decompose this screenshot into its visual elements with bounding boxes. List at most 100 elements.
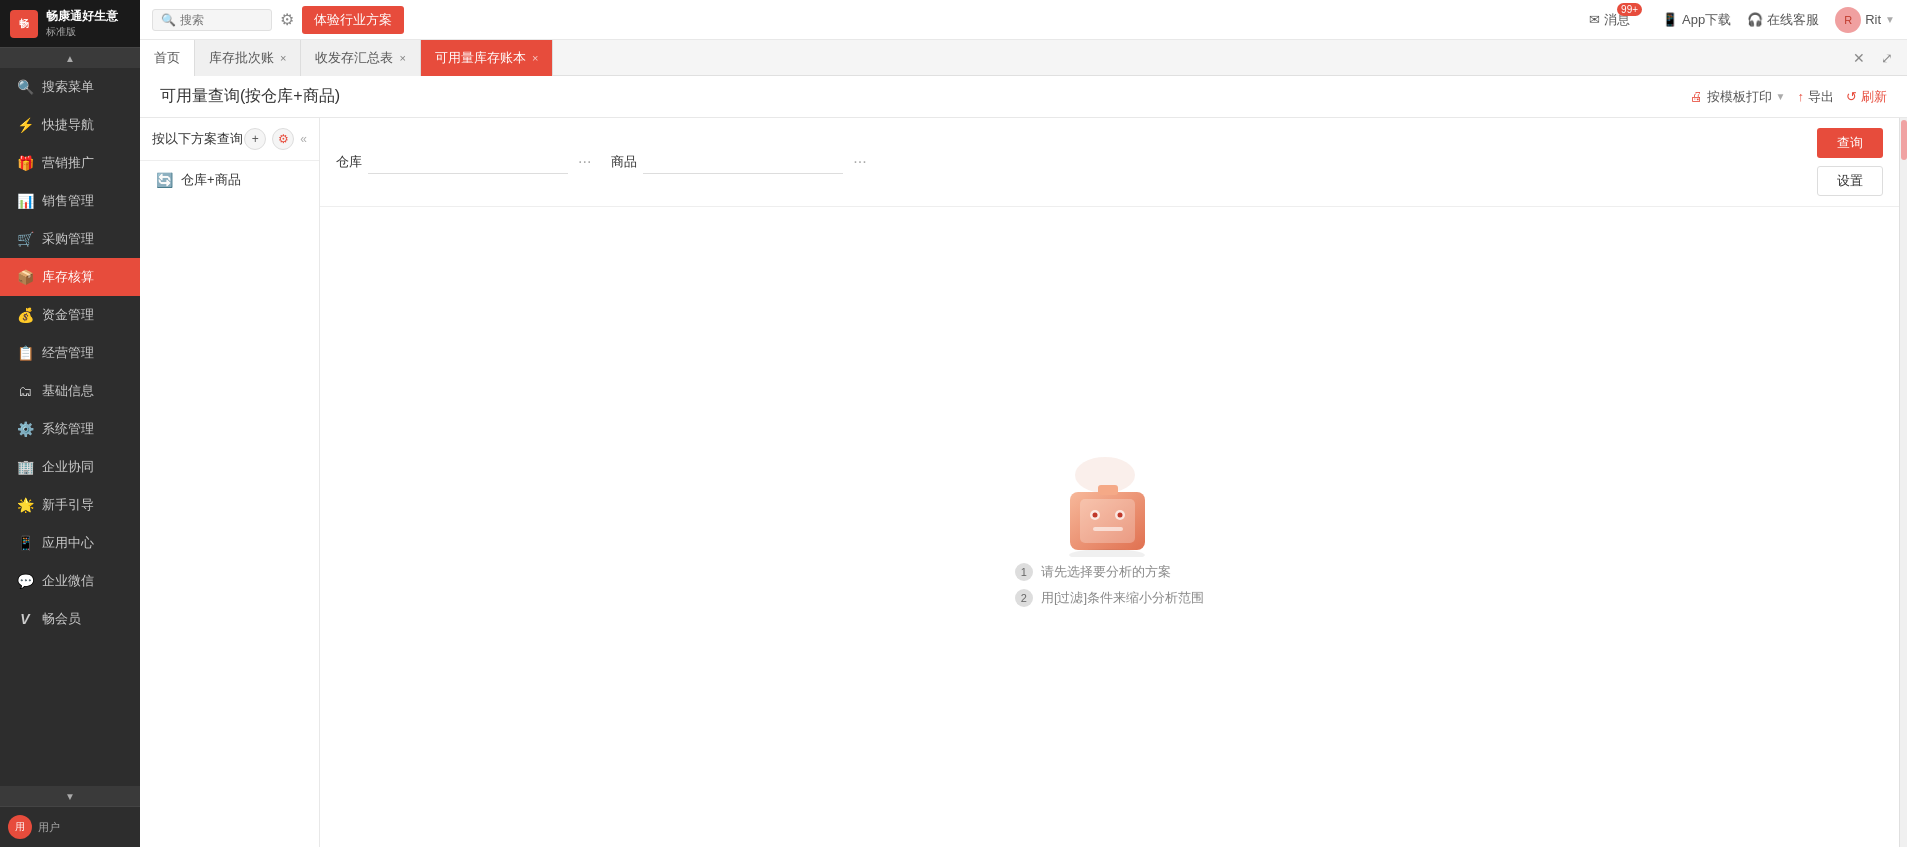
product-input[interactable] (643, 150, 843, 174)
topbar-search-box[interactable]: 🔍 (152, 9, 272, 31)
sidebar-item-sales[interactable]: 📊 销售管理 (0, 182, 140, 220)
empty-svg (1050, 447, 1170, 557)
filter-item-warehouse-product[interactable]: 🔄 仓库+商品 (140, 161, 319, 199)
tab-available[interactable]: 可用量库存账本 × (421, 40, 553, 76)
sidebar-scroll-down[interactable]: ▼ (0, 786, 140, 806)
query-filters: 仓库 ··· 商品 ··· 查询 设置 (320, 118, 1899, 207)
message-icon: ✉ (1589, 12, 1600, 27)
scrollbar-thumb[interactable] (1901, 120, 1907, 160)
sidebar-item-shortcut[interactable]: ⚡ 快捷导航 (0, 106, 140, 144)
empty-step1: 1 请先选择要分析的方案 (1015, 563, 1204, 581)
sidebar-app-title: 畅康通好生意 (46, 8, 118, 25)
sidebar-item-label: 库存核算 (42, 268, 94, 286)
step2-circle: 2 (1015, 589, 1033, 607)
export-btn[interactable]: ↑ 导出 (1798, 88, 1835, 106)
sidebar-logo: 畅 (10, 10, 38, 38)
online-service[interactable]: 🎧 在线客服 (1747, 11, 1819, 29)
sidebar: 畅 畅康通好生意 标准版 ▲ 🔍 搜索菜单 ⚡ 快捷导航 🎁 营销推广 📊 销售… (0, 0, 140, 847)
query-area: 仓库 ··· 商品 ··· 查询 设置 (320, 118, 1899, 847)
query-right-btns: 查询 设置 (1817, 128, 1883, 196)
sidebar-subtitle: 标准版 (46, 25, 118, 39)
clipboard-icon: 📋 (16, 344, 34, 362)
empty-state: 1 请先选择要分析的方案 2 用[过滤]条件来缩小分析范围 (320, 207, 1899, 847)
filter-header-icons: + ⚙ « (244, 128, 307, 150)
tabs-expand-btn[interactable]: ⤢ (1875, 46, 1899, 70)
sidebar-item-wechat[interactable]: 💬 企业微信 (0, 562, 140, 600)
svg-point-5 (1092, 513, 1097, 518)
warehouse-dots[interactable]: ··· (574, 153, 595, 171)
svg-rect-2 (1080, 499, 1135, 543)
sidebar-item-finance[interactable]: 💰 资金管理 (0, 296, 140, 334)
main-area: 🔍 ⚙ 体验行业方案 ✉ 消息 99+ 📱 App下载 🎧 在线客服 R Rit (140, 0, 1907, 847)
sidebar-bottom: 用 用户 (0, 806, 140, 847)
search-input[interactable] (180, 13, 260, 27)
refresh-btn[interactable]: ↺ 刷新 (1846, 88, 1887, 106)
tab-summary[interactable]: 收发存汇总表 × (301, 40, 420, 76)
filter-collapse-btn[interactable]: « (300, 132, 307, 146)
sidebar-item-label: 搜索菜单 (42, 78, 94, 96)
empty-text: 1 请先选择要分析的方案 2 用[过滤]条件来缩小分析范围 (1015, 563, 1204, 607)
sidebar-item-label: 新手引导 (42, 496, 94, 514)
sidebar-item-newuser[interactable]: 🌟 新手引导 (0, 486, 140, 524)
sync-icon: 🔄 (156, 172, 173, 188)
query-btn[interactable]: 查询 (1817, 128, 1883, 158)
sidebar-item-label: 快捷导航 (42, 116, 94, 134)
tab-available-close[interactable]: × (532, 52, 538, 64)
app-download-label: App下载 (1682, 11, 1731, 29)
print-btn[interactable]: 🖨 按模板打印 ▼ (1690, 88, 1786, 106)
sidebar-item-label: 企业协同 (42, 458, 94, 476)
refresh-icon: ↺ (1846, 89, 1857, 104)
star-icon: 🌟 (16, 496, 34, 514)
sidebar-nav: 🔍 搜索菜单 ⚡ 快捷导航 🎁 营销推广 📊 销售管理 🛒 采购管理 📦 库存核… (0, 68, 140, 786)
user-name: Rit (1865, 12, 1881, 27)
tab-batch-label: 库存批次账 (209, 49, 274, 67)
tab-batch-close[interactable]: × (280, 52, 286, 64)
sidebar-item-member[interactable]: V 畅会员 (0, 600, 140, 638)
settings-btn[interactable]: 设置 (1817, 166, 1883, 196)
sidebar-item-marketing[interactable]: 🎁 营销推广 (0, 144, 140, 182)
warehouse-input[interactable] (368, 150, 568, 174)
sidebar-item-purchase[interactable]: 🛒 采购管理 (0, 220, 140, 258)
sidebar-header: 畅 畅康通好生意 标准版 (0, 0, 140, 48)
tabs-close-all-btn[interactable]: ✕ (1847, 46, 1871, 70)
user-menu[interactable]: R Rit ▼ (1835, 7, 1895, 33)
product-label: 商品 (611, 153, 637, 171)
product-dots[interactable]: ··· (849, 153, 870, 171)
industry-btn[interactable]: 体验行业方案 (302, 6, 404, 34)
sidebar-item-label: 经营管理 (42, 344, 94, 362)
empty-step2: 2 用[过滤]条件来缩小分析范围 (1015, 589, 1204, 607)
search-icon: 🔍 (161, 13, 176, 27)
cart-icon: 🛒 (16, 230, 34, 248)
tab-home[interactable]: 首页 (140, 40, 195, 76)
filter-add-btn[interactable]: + (244, 128, 266, 150)
chevron-down-icon: ▼ (1776, 91, 1786, 102)
sidebar-scroll-up[interactable]: ▲ (0, 48, 140, 68)
tab-batch[interactable]: 库存批次账 × (195, 40, 301, 76)
sidebar-item-enterprise[interactable]: 🏢 企业协同 (0, 448, 140, 486)
chat-icon: 💬 (16, 572, 34, 590)
warehouse-label: 仓库 (336, 153, 362, 171)
sidebar-item-inventory[interactable]: 📦 库存核算 (0, 258, 140, 296)
sidebar-item-search[interactable]: 🔍 搜索菜单 (0, 68, 140, 106)
sidebar-item-appcenter[interactable]: 📱 应用中心 (0, 524, 140, 562)
gift-icon: 🎁 (16, 154, 34, 172)
sidebar-item-label: 营销推广 (42, 154, 94, 172)
sidebar-item-operations[interactable]: 📋 经营管理 (0, 334, 140, 372)
app-download[interactable]: 📱 App下载 (1662, 11, 1731, 29)
right-scrollbar[interactable] (1899, 118, 1907, 847)
filter-setting-btn[interactable]: ⚙ (272, 128, 294, 150)
filter-panel: 按以下方案查询 + ⚙ « 🔄 仓库+商品 (140, 118, 320, 847)
sidebar-item-basic[interactable]: 🗂 基础信息 (0, 372, 140, 410)
phone-icon: 📱 (16, 534, 34, 552)
empty-illustration (1050, 447, 1170, 547)
page-header: 可用量查询(按仓库+商品) 🖨 按模板打印 ▼ ↑ 导出 ↺ 刷新 (140, 76, 1907, 118)
tab-summary-close[interactable]: × (399, 52, 405, 64)
tab-summary-label: 收发存汇总表 (315, 49, 393, 67)
sidebar-item-system[interactable]: ⚙️ 系统管理 (0, 410, 140, 448)
folder-icon: 🗂 (16, 382, 34, 400)
step1-circle: 1 (1015, 563, 1033, 581)
gear-icon[interactable]: ⚙ (280, 10, 294, 29)
svg-point-6 (1117, 513, 1122, 518)
filter-item-label: 仓库+商品 (181, 171, 241, 189)
messages-badge[interactable]: ✉ 消息 99+ (1589, 11, 1630, 29)
